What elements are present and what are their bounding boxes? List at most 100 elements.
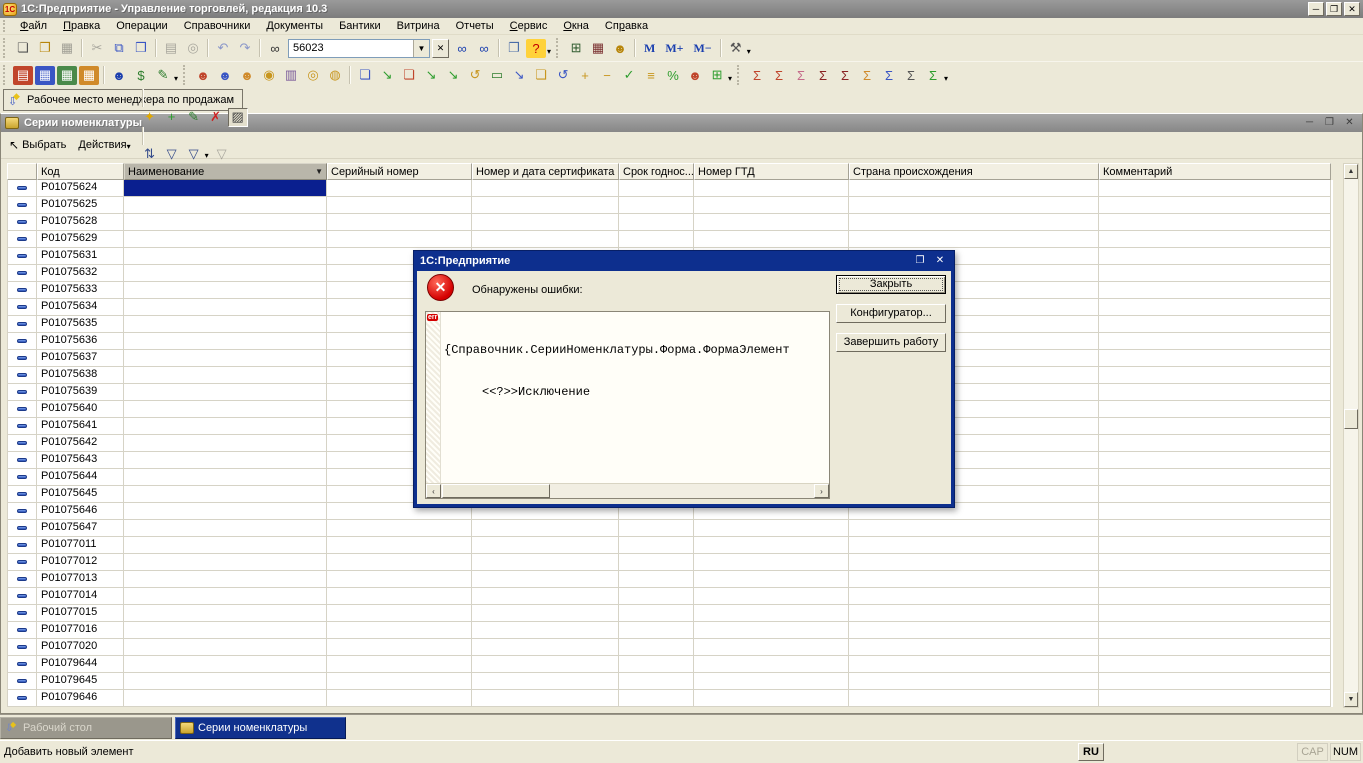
fiscal-printer-icon[interactable]: ▦ bbox=[79, 65, 99, 85]
menu-Окна[interactable]: Окна bbox=[555, 19, 597, 33]
table-row[interactable]: P01079646 bbox=[7, 690, 1333, 707]
memory-add-icon[interactable]: M+ bbox=[661, 39, 687, 58]
cell-Номер и дата сертификата[interactable] bbox=[472, 571, 619, 588]
keyboard-language-indicator[interactable]: RU bbox=[1078, 743, 1104, 761]
edit-icon[interactable]: ✎ bbox=[184, 108, 204, 127]
toolbar-grip[interactable] bbox=[556, 37, 561, 59]
table-row[interactable]: P01077011 bbox=[7, 537, 1333, 554]
menu-Отчеты[interactable]: Отчеты bbox=[448, 19, 502, 33]
report-sigma-blue-icon[interactable]: Σ bbox=[879, 66, 899, 85]
cell-Наименование[interactable] bbox=[124, 180, 327, 197]
cell-Комментарий[interactable] bbox=[1099, 299, 1331, 316]
memory-subtract-icon[interactable]: M− bbox=[690, 39, 716, 58]
cell-Комментарий[interactable] bbox=[1099, 316, 1331, 333]
cell-Комментарий[interactable] bbox=[1099, 622, 1331, 639]
customer-order-orange-icon[interactable]: ☻ bbox=[237, 66, 257, 85]
cell-Серийный номер[interactable] bbox=[327, 180, 472, 197]
cell-Комментарий[interactable] bbox=[1099, 197, 1331, 214]
horizontal-scrollbar[interactable]: ‹ › bbox=[426, 483, 829, 498]
help-1c-icon[interactable]: ? bbox=[526, 38, 546, 58]
menu-Правка[interactable]: Правка bbox=[55, 19, 108, 33]
redo-icon[interactable]: ↷ bbox=[235, 39, 255, 58]
cell-Код[interactable]: P01075647 bbox=[37, 520, 124, 537]
column-header-Номер ГТД[interactable]: Номер ГТД bbox=[694, 163, 849, 180]
cell-Номер ГТД[interactable] bbox=[694, 571, 849, 588]
menu-Бантики[interactable]: Бантики bbox=[331, 19, 389, 33]
chevron-down-icon[interactable]: ▾ bbox=[747, 47, 751, 56]
cart-coin-icon[interactable]: ◎ bbox=[303, 66, 323, 85]
report-sigma-list-icon[interactable]: Σ bbox=[901, 66, 921, 85]
cell-Наименование[interactable] bbox=[124, 248, 327, 265]
restore-button[interactable]: ❐ bbox=[1326, 2, 1342, 16]
cell-Номер ГТД[interactable] bbox=[694, 690, 849, 707]
cell-Наименование[interactable] bbox=[124, 622, 327, 639]
cell-Срок годнос...[interactable] bbox=[619, 673, 694, 690]
coins-list-icon[interactable]: ≡ bbox=[641, 66, 661, 85]
coins-stack-icon[interactable]: ◍ bbox=[325, 66, 345, 85]
cell-Комментарий[interactable] bbox=[1099, 452, 1331, 469]
set-deletion-mark-icon[interactable]: ✗ bbox=[206, 108, 226, 127]
column-header-Наименование[interactable]: Наименование ▼ bbox=[124, 163, 327, 180]
cell-Код[interactable]: P01075636 bbox=[37, 333, 124, 350]
cell-Серийный номер[interactable] bbox=[327, 231, 472, 248]
taskbar-tab-Серии номенклатуры[interactable]: Серии номенклатуры bbox=[175, 717, 346, 739]
cell-Код[interactable]: P01075629 bbox=[37, 231, 124, 248]
doc-check-icon[interactable]: ✓ bbox=[619, 66, 639, 85]
cell-Срок годнос...[interactable] bbox=[619, 639, 694, 656]
cell-Наименование[interactable] bbox=[124, 299, 327, 316]
cell-Наименование[interactable] bbox=[124, 503, 327, 520]
cell-Комментарий[interactable] bbox=[1099, 418, 1331, 435]
cell-Наименование[interactable] bbox=[124, 469, 327, 486]
cell-Код[interactable]: P01075628 bbox=[37, 214, 124, 231]
cell-Наименование[interactable] bbox=[124, 537, 327, 554]
cell-Код[interactable]: P01075635 bbox=[37, 316, 124, 333]
remove-coins-icon[interactable]: − bbox=[597, 66, 617, 85]
open-icon[interactable]: ❐ bbox=[35, 39, 55, 58]
column-header-Серийный номер[interactable]: Серийный номер bbox=[327, 163, 472, 180]
cell-Серийный номер[interactable] bbox=[327, 197, 472, 214]
cell-Номер и дата сертификата[interactable] bbox=[472, 554, 619, 571]
cell-Страна происхождения[interactable] bbox=[849, 571, 1099, 588]
cell-Срок годнос...[interactable] bbox=[619, 554, 694, 571]
cell-Страна происхождения[interactable] bbox=[849, 673, 1099, 690]
goods-receipt-icon[interactable]: ↘ bbox=[443, 66, 463, 85]
cell-Комментарий[interactable] bbox=[1099, 605, 1331, 622]
cell-Номер ГТД[interactable] bbox=[694, 520, 849, 537]
search-combo[interactable]: 56023 ▼ bbox=[288, 38, 430, 58]
cell-Номер и дата сертификата[interactable] bbox=[472, 690, 619, 707]
show-deleted-toggle-icon[interactable]: ▨ bbox=[227, 107, 248, 127]
close-button[interactable]: ✕ bbox=[1344, 2, 1360, 16]
cell-Код[interactable]: P01077016 bbox=[37, 622, 124, 639]
cell-Комментарий[interactable] bbox=[1099, 520, 1331, 537]
cell-Комментарий[interactable] bbox=[1099, 469, 1331, 486]
dialog-close-button[interactable]: ✕ bbox=[932, 254, 948, 268]
cell-Номер и дата сертификата[interactable] bbox=[472, 622, 619, 639]
add-new-icon[interactable]: ✦ bbox=[140, 108, 160, 127]
doc-person-icon[interactable]: ☻ bbox=[685, 66, 705, 85]
partners-icon[interactable]: ☻ bbox=[109, 66, 129, 85]
menu-Витрина[interactable]: Витрина bbox=[389, 19, 448, 33]
cell-Срок годнос...[interactable] bbox=[619, 622, 694, 639]
cell-Серийный номер[interactable] bbox=[327, 673, 472, 690]
cell-Серийный номер[interactable] bbox=[327, 571, 472, 588]
cell-Срок годнос...[interactable] bbox=[619, 571, 694, 588]
column-header-Срок годнос...[interactable]: Срок годнос... bbox=[619, 163, 694, 180]
error-details-box[interactable]: err {Справочник.СерииНоменклатуры.Форма.… bbox=[425, 311, 830, 499]
cell-Комментарий[interactable] bbox=[1099, 384, 1331, 401]
table-row[interactable]: P01077020 bbox=[7, 639, 1333, 656]
menu-Документы[interactable]: Документы bbox=[258, 19, 331, 33]
money-scales-icon[interactable]: $ bbox=[131, 66, 151, 85]
archive-cabinet-icon[interactable]: ▤ bbox=[13, 65, 33, 85]
org-structure-icon[interactable]: ⊞ bbox=[707, 66, 727, 85]
cell-Номер и дата сертификата[interactable] bbox=[472, 231, 619, 248]
cell-Серийный номер[interactable] bbox=[327, 520, 472, 537]
cell-Наименование[interactable] bbox=[124, 214, 327, 231]
invoice-customer-icon[interactable]: ❏ bbox=[355, 66, 375, 85]
toolbar-grip[interactable] bbox=[3, 37, 8, 59]
cell-Номер и дата сертификата[interactable] bbox=[472, 537, 619, 554]
cell-Код[interactable]: P01075644 bbox=[37, 469, 124, 486]
toolbar-grip[interactable] bbox=[737, 64, 742, 86]
doc-exchange-icon[interactable]: ↺ bbox=[553, 66, 573, 85]
cell-Срок годнос...[interactable] bbox=[619, 588, 694, 605]
signature-pen-icon[interactable]: ✎ bbox=[153, 66, 173, 85]
